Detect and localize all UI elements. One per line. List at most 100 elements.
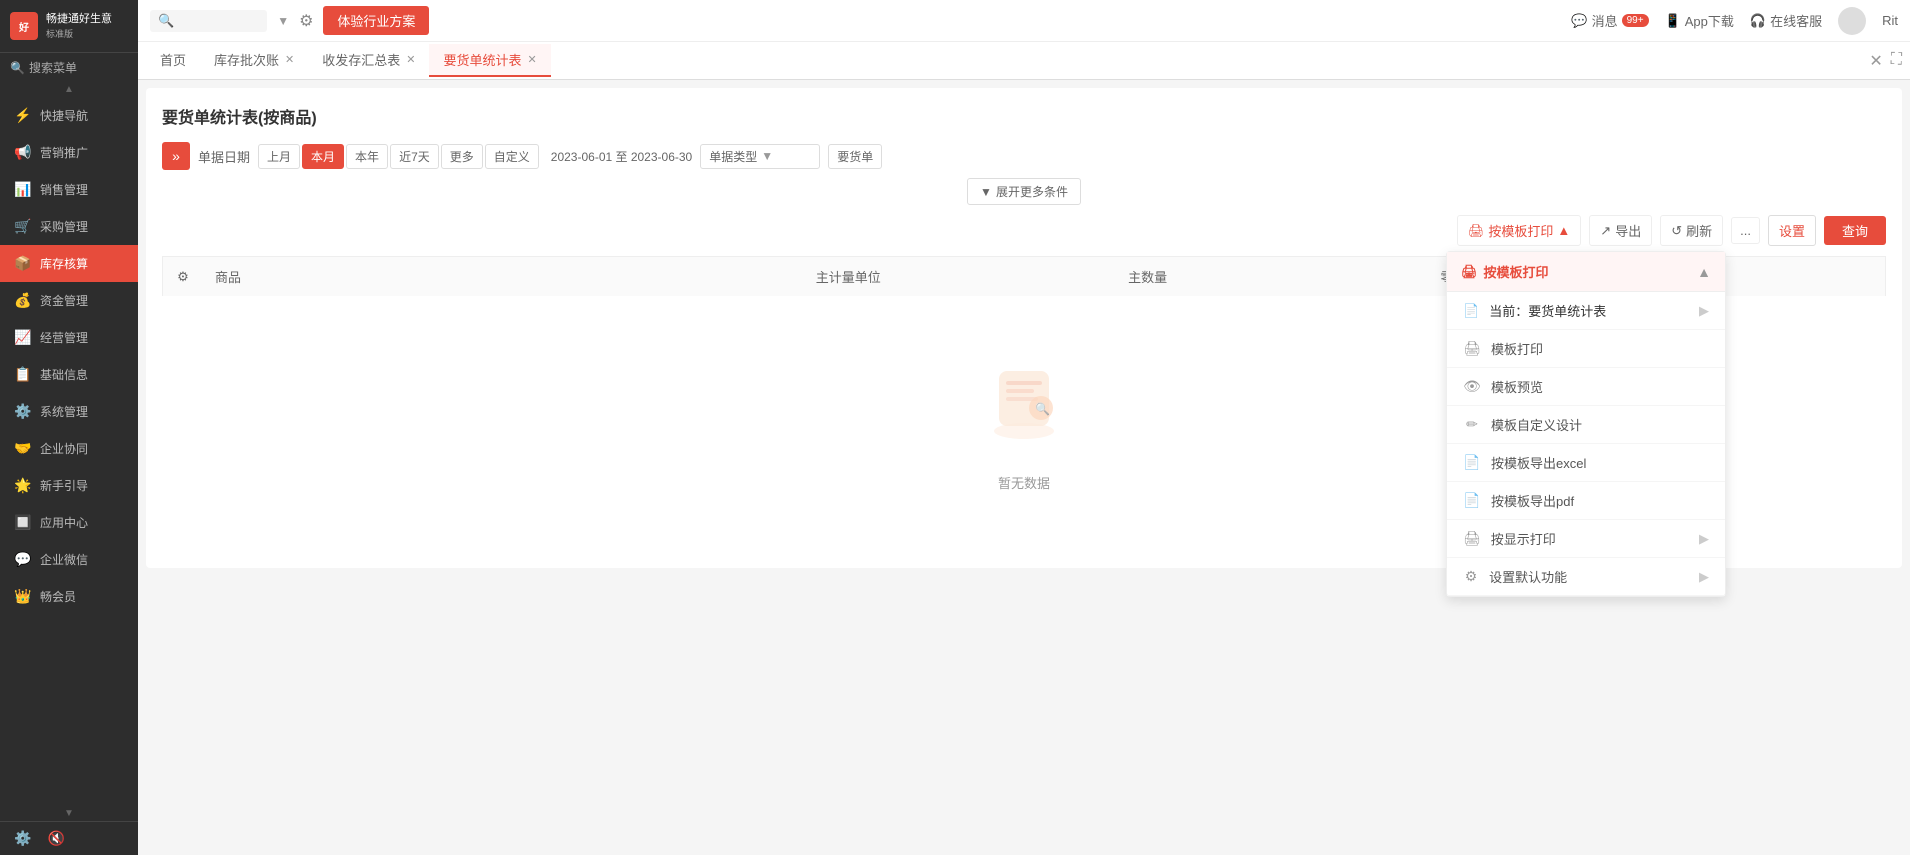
tab-order-stats-close[interactable]: ✕: [528, 53, 537, 66]
printer-icon: 🖨: [1468, 223, 1485, 239]
sidebar-item-label: 资金管理: [40, 292, 88, 309]
tab-receipt-summary[interactable]: 收发存汇总表 ✕: [308, 44, 429, 77]
th-unit: 主计量单位: [804, 257, 1116, 296]
tabbar: 首页 库存批次账 ✕ 收发存汇总表 ✕ 要货单统计表 ✕ ✕ ⛶: [138, 42, 1910, 80]
empty-illustration: 🔍: [979, 356, 1069, 461]
search-menu-btn[interactable]: 🔍 搜索菜单: [0, 53, 138, 82]
app-download-btn[interactable]: 📱 App下载: [1665, 11, 1734, 30]
template-print-icon: 🖨: [1463, 340, 1481, 357]
print-dropdown-item-export-pdf[interactable]: 📄 按模板导出pdf: [1447, 482, 1725, 520]
expand-arrow-icon: ▼: [980, 185, 992, 199]
print-dropdown-item-display-print[interactable]: 🖨 按显示打印 ▶: [1447, 520, 1725, 558]
expand-more-btn[interactable]: ▼ 展开更多条件: [967, 178, 1081, 205]
window-close-icon[interactable]: ✕: [1869, 51, 1882, 71]
date-btn-this-year[interactable]: 本年: [346, 144, 388, 169]
search-icon: 🔍: [158, 13, 174, 29]
sidebar-nav: ⚡ 快捷导航 📢 营销推广 📊 销售管理 🛒 采购管理 📦 库存核算 💰 资金管…: [0, 97, 138, 806]
print-dropdown-current[interactable]: 📄 当前：要货单统计表 ▶: [1447, 292, 1725, 330]
order-type-select[interactable]: 单据类型 ▼: [700, 144, 820, 169]
print-dropdown-title: 🖨 按模板打印: [1461, 262, 1549, 281]
tab-receipt-summary-close[interactable]: ✕: [406, 53, 415, 66]
marketing-icon: 📢: [14, 144, 32, 161]
date-btn-7days[interactable]: 近7天: [390, 144, 439, 169]
print-dropdown-item-template-preview[interactable]: 👁 模板预览: [1447, 368, 1725, 406]
online-service-btn[interactable]: 🎧 在线客服: [1750, 11, 1822, 30]
sidebar-scroll-down[interactable]: ▼: [0, 806, 138, 821]
sidebar-item-label: 企业协同: [40, 440, 88, 457]
print-dropdown-title-text: 按模板打印: [1484, 262, 1549, 281]
sidebar-item-basic-info[interactable]: 📋 基础信息: [0, 356, 138, 393]
window-maximize-icon[interactable]: ⛶: [1891, 51, 1902, 71]
template-preview-icon: 👁: [1463, 378, 1481, 395]
print-dropdown-item-export-excel[interactable]: 📄 按模板导出excel: [1447, 444, 1725, 482]
sidebar: 好 畅捷通好生意 标准版 🔍 搜索菜单 ▲ ⚡ 快捷导航 📢 营销推广 📊 销售…: [0, 0, 138, 855]
sidebar-scroll-up[interactable]: ▲: [0, 82, 138, 97]
search-input[interactable]: [179, 14, 259, 28]
topbar-search-box[interactable]: 🔍: [150, 10, 267, 32]
sidebar-item-finance[interactable]: 💰 资金管理: [0, 282, 138, 319]
tab-home[interactable]: 首页: [146, 44, 200, 77]
sidebar-item-system[interactable]: ⚙️ 系统管理: [0, 393, 138, 430]
topbar-gear-icon[interactable]: ⚙: [299, 11, 313, 31]
display-print-arrow-icon: ▶: [1699, 531, 1709, 547]
sidebar-item-sales[interactable]: 📊 销售管理: [0, 171, 138, 208]
sidebar-item-label: 经营管理: [40, 329, 88, 346]
sidebar-item-label: 销售管理: [40, 181, 88, 198]
sidebar-item-inventory[interactable]: 📦 库存核算: [0, 245, 138, 282]
app-center-icon: 🔲: [14, 514, 32, 531]
export-btn[interactable]: ↗ 导出: [1589, 215, 1652, 246]
sidebar-item-label: 应用中心: [40, 514, 88, 531]
settings-btn[interactable]: 设置: [1768, 215, 1816, 246]
search-menu-label: 搜索菜单: [29, 59, 77, 76]
sidebar-item-member[interactable]: 👑 畅会员: [0, 578, 138, 615]
template-preview-label: 模板预览: [1491, 377, 1543, 396]
sidebar-item-marketing[interactable]: 📢 营销推广: [0, 134, 138, 171]
print-dropdown: 🖨 按模板打印 ▲ 📄 当前：要货单统计表 ▶ 🖨: [1446, 251, 1726, 597]
current-template-icon: 📄: [1463, 303, 1479, 319]
print-dropdown-header: 🖨 按模板打印 ▲: [1447, 252, 1725, 292]
sidebar-item-operations[interactable]: 📈 经营管理: [0, 319, 138, 356]
refresh-btn[interactable]: ↺ 刷新: [1660, 215, 1723, 246]
newbie-icon: 🌟: [14, 477, 32, 494]
date-btn-last-month[interactable]: 上月: [258, 144, 300, 169]
collab-icon: 🤝: [14, 440, 32, 457]
sidebar-item-purchase[interactable]: 🛒 采购管理: [0, 208, 138, 245]
download-icon: 📱: [1665, 13, 1681, 29]
query-btn[interactable]: 查询: [1824, 216, 1886, 245]
tab-inventory-batch-label: 库存批次账: [214, 50, 279, 69]
template-custom-label: 模板自定义设计: [1491, 415, 1582, 434]
mute-icon[interactable]: 🔇: [47, 830, 64, 847]
tab-order-stats[interactable]: 要货单统计表 ✕: [429, 44, 550, 77]
date-btn-this-month[interactable]: 本月: [302, 144, 344, 169]
filter-expand-btn[interactable]: »: [162, 142, 190, 170]
date-btn-custom[interactable]: 自定义: [485, 144, 539, 169]
messages-btn[interactable]: 💬 消息 99+: [1571, 11, 1648, 30]
tab-inventory-batch-close[interactable]: ✕: [285, 53, 294, 66]
sidebar-item-quick-nav[interactable]: ⚡ 快捷导航: [0, 97, 138, 134]
finance-icon: 💰: [14, 292, 32, 309]
sidebar-item-app-center[interactable]: 🔲 应用中心: [0, 504, 138, 541]
current-template-label: 当前：要货单统计表: [1489, 301, 1606, 320]
filter-bar: » 单据日期 上月 本月 本年 近7天 更多 自定义 2023-06-01 至 …: [162, 142, 1886, 170]
print-dropdown-item-template-print[interactable]: 🖨 模板打印: [1447, 330, 1725, 368]
sidebar-item-collab[interactable]: 🤝 企业协同: [0, 430, 138, 467]
topbar-dropdown-arrow[interactable]: ▼: [277, 14, 289, 28]
export-pdf-icon: 📄: [1463, 492, 1481, 509]
print-dropdown-item-template-custom[interactable]: ✏ 模板自定义设计: [1447, 406, 1725, 444]
sidebar-item-wechat[interactable]: 💬 企业微信: [0, 541, 138, 578]
settings-bottom-icon[interactable]: ⚙️: [14, 830, 31, 847]
print-dropdown-item-default-function[interactable]: ⚙ 设置默认功能 ▶: [1447, 558, 1725, 596]
th-settings[interactable]: ⚙: [163, 259, 203, 295]
display-print-icon: 🖨: [1463, 530, 1481, 547]
sidebar-item-newbie[interactable]: 🌟 新手引导: [0, 467, 138, 504]
goods-filter[interactable]: 要货单: [828, 144, 882, 169]
date-btn-more[interactable]: 更多: [441, 144, 483, 169]
avatar[interactable]: [1838, 7, 1866, 35]
print-template-btn[interactable]: 🖨 按模板打印 ▲: [1457, 215, 1581, 246]
toolbar-area: 🖨 按模板打印 ▲ ↗ 导出 ↺ 刷新 ... 设置 查询: [162, 215, 1886, 246]
more-btn[interactable]: ...: [1731, 217, 1760, 244]
wechat-icon: 💬: [14, 551, 32, 568]
print-dropdown-close-icon[interactable]: ▲: [1697, 264, 1711, 280]
trial-btn[interactable]: 体验行业方案: [323, 6, 429, 35]
tab-inventory-batch[interactable]: 库存批次账 ✕: [200, 44, 308, 77]
